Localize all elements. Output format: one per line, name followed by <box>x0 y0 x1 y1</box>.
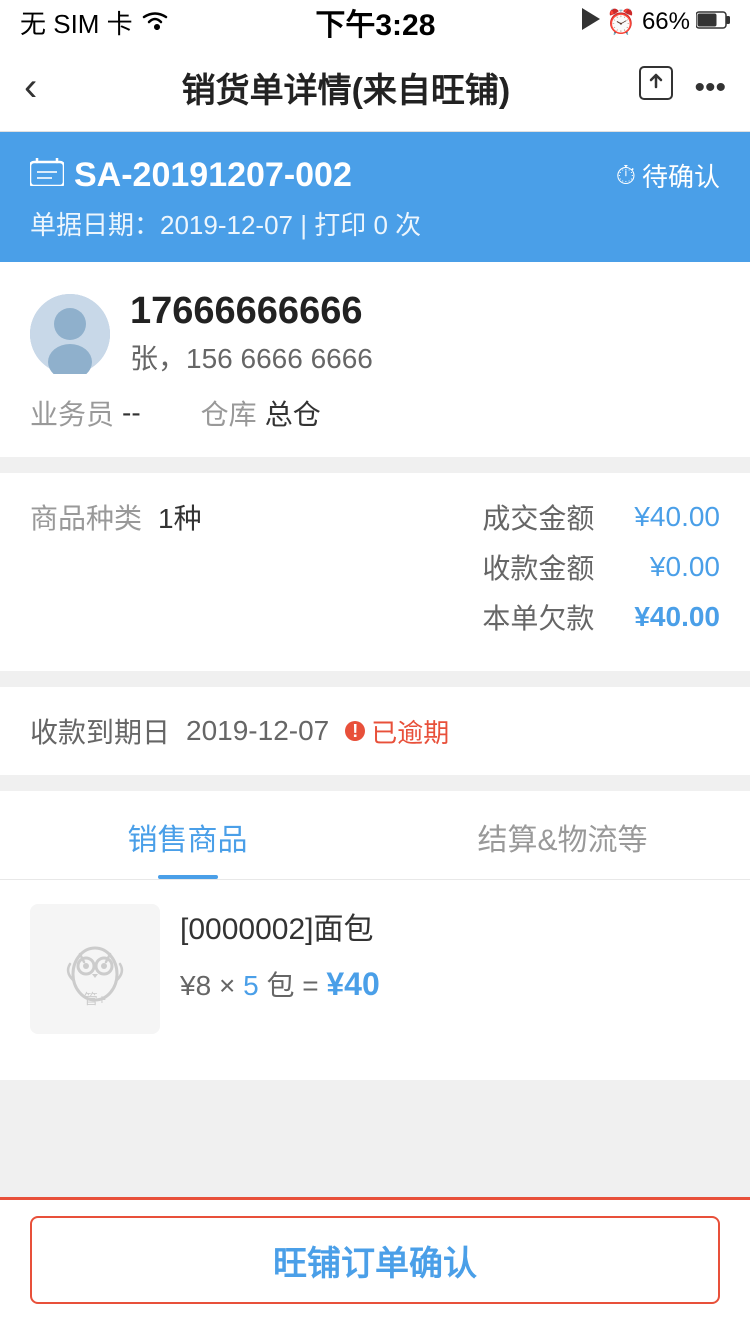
status-right: ⏰ 66% <box>582 8 730 37</box>
nav-bar: ‹ 销货单详情(来自旺铺) ••• <box>0 44 750 132</box>
nav-actions: ••• <box>638 65 726 110</box>
due-date-label: 收款到期日 <box>30 711 170 751</box>
product-equals: = <box>302 970 326 1001</box>
order-icon <box>30 156 64 195</box>
sales-value: -- <box>122 397 141 429</box>
amount-label: 成交金额 <box>482 497 594 537</box>
wifi-icon <box>141 7 169 38</box>
bottom-bar: 旺铺订单确认 <box>0 1197 750 1334</box>
overdue-badge: ! 已逾期 <box>345 713 449 750</box>
product-name: [0000002]面包 <box>180 904 720 948</box>
avatar <box>30 294 110 374</box>
order-header-card: SA-20191207-002 ⏱ 待确认 单据日期：2019-12-07 | … <box>0 132 750 262</box>
product-multiplier: × <box>219 970 243 1001</box>
customer-section: 17666666666 张，156 6666 6666 业务员 -- 仓库 总仓 <box>0 262 750 457</box>
summary-section: 商品种类 1种 成交金额 ¥40.00 收款金额 ¥0.00 本单欠款 ¥40.… <box>0 473 750 671</box>
status-left: 无 SIM 卡 <box>20 4 169 41</box>
location-icon <box>582 8 600 37</box>
warehouse-meta: 仓库 总仓 <box>201 393 321 433</box>
sales-meta: 业务员 -- <box>30 393 141 433</box>
tab-settlement[interactable]: 结算&物流等 <box>375 791 750 879</box>
product-total: ¥40 <box>326 966 379 1002</box>
received-value: ¥0.00 <box>650 551 720 583</box>
product-quantity: 5 <box>243 970 259 1001</box>
svg-text:管+: 管+ <box>84 991 106 1007</box>
page-title: 销货单详情(来自旺铺) <box>53 63 638 112</box>
order-status: ⏱ 待确认 <box>616 157 720 194</box>
customer-meta: 业务员 -- 仓库 总仓 <box>30 393 720 433</box>
category-value: 1种 <box>158 497 202 537</box>
customer-info: 17666666666 张，156 6666 6666 <box>130 290 720 377</box>
category-label: 商品种类 <box>30 497 142 537</box>
no-sim-text: 无 SIM 卡 <box>20 4 133 41</box>
product-item: 管+ [0000002]面包 ¥8 × 5 包 = ¥40 <box>30 904 720 1034</box>
wangpu-confirm-button[interactable]: 旺铺订单确认 <box>30 1216 720 1304</box>
more-options-icon[interactable]: ••• <box>694 71 726 105</box>
alarm-icon: ⏰ <box>606 8 636 37</box>
owed-value: ¥40.00 <box>634 601 720 633</box>
received-label: 收款金额 <box>482 547 594 587</box>
due-date-value: 2019-12-07 <box>186 715 329 747</box>
order-id: SA-20191207-002 <box>30 156 352 195</box>
warehouse-value: 总仓 <box>265 393 321 433</box>
export-icon[interactable] <box>638 65 674 110</box>
status-time: 下午3:28 <box>315 0 435 44</box>
battery-text: 66% <box>642 8 690 36</box>
warehouse-label: 仓库 <box>201 393 257 433</box>
summary-right: 成交金额 ¥40.00 收款金额 ¥0.00 本单欠款 ¥40.00 <box>482 497 720 647</box>
customer-phone: 17666666666 <box>130 290 720 333</box>
customer-name: 张，156 6666 6666 <box>130 337 720 377</box>
owed-label: 本单欠款 <box>482 597 594 637</box>
battery-icon <box>696 8 730 36</box>
sales-label: 业务员 <box>30 393 114 433</box>
products-section: 管+ [0000002]面包 ¥8 × 5 包 = ¥40 <box>0 880 750 1080</box>
overdue-icon: ! <box>345 721 365 741</box>
product-price: ¥8 <box>180 970 211 1001</box>
overdue-text: 已逾期 <box>371 713 449 750</box>
amount-value: ¥40.00 <box>634 501 720 533</box>
order-date-line: 单据日期：2019-12-07 | 打印 0 次 <box>30 205 720 242</box>
product-details: [0000002]面包 ¥8 × 5 包 = ¥40 <box>180 904 720 1004</box>
tabs-section: 销售商品 结算&物流等 <box>0 791 750 880</box>
product-unit: 包 <box>266 970 294 1001</box>
tab-products[interactable]: 销售商品 <box>0 791 375 879</box>
due-date-section: 收款到期日 2019-12-07 ! 已逾期 <box>0 687 750 775</box>
clock-icon: ⏱ <box>616 160 636 192</box>
product-price-row: ¥8 × 5 包 = ¥40 <box>180 964 720 1004</box>
product-thumbnail: 管+ <box>30 904 160 1034</box>
back-button[interactable]: ‹ <box>24 65 53 110</box>
summary-left: 商品种类 1种 <box>30 497 202 537</box>
status-bar: 无 SIM 卡 下午3:28 ⏰ 66% <box>0 0 750 44</box>
